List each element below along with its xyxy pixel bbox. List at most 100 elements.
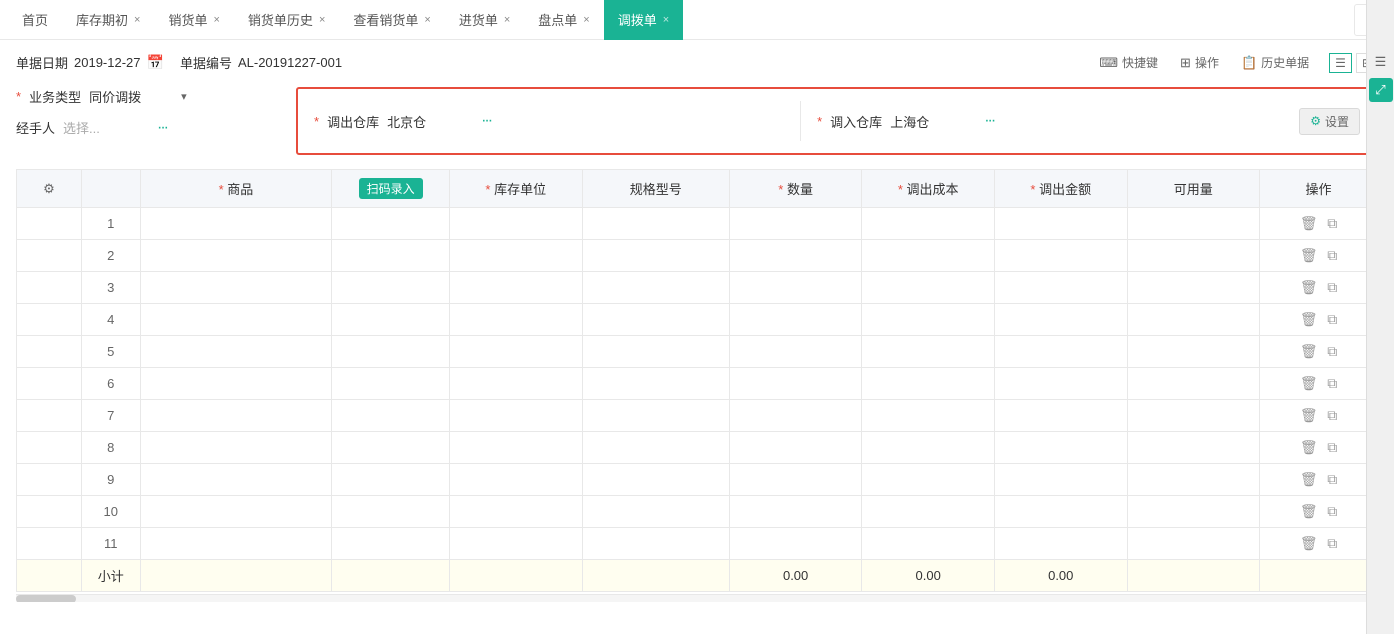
- operations-button[interactable]: ⊞ 操作: [1174, 52, 1225, 73]
- row-cost-3[interactable]: [862, 272, 995, 304]
- row-qty-9[interactable]: [729, 464, 862, 496]
- close-tab-sales-history[interactable]: ×: [319, 14, 325, 26]
- row-product-10[interactable]: [140, 496, 331, 528]
- row-unit-6[interactable]: [450, 368, 583, 400]
- delete-row-icon-1[interactable]: 🗑: [1300, 215, 1318, 231]
- row-cost-5[interactable]: [862, 336, 995, 368]
- row-cost-9[interactable]: [862, 464, 995, 496]
- row-cost-7[interactable]: [862, 400, 995, 432]
- row-product-2[interactable]: [140, 240, 331, 272]
- tab-inventory-count[interactable]: 盘点单 ×: [524, 0, 603, 40]
- row-unit-8[interactable]: [450, 432, 583, 464]
- target-warehouse-value[interactable]: 上海仓: [890, 112, 970, 131]
- row-cost-10[interactable]: [862, 496, 995, 528]
- row-spec-4[interactable]: [582, 304, 729, 336]
- row-product-9[interactable]: [140, 464, 331, 496]
- copy-row-icon-7[interactable]: ⧉: [1327, 407, 1337, 423]
- row-spec-6[interactable]: [582, 368, 729, 400]
- row-unit-10[interactable]: [450, 496, 583, 528]
- copy-row-icon-9[interactable]: ⧉: [1327, 471, 1337, 487]
- delete-row-icon-6[interactable]: 🗑: [1300, 375, 1318, 391]
- row-unit-11[interactable]: [450, 528, 583, 560]
- row-amount-4[interactable]: [994, 304, 1127, 336]
- close-tab-purchase-order[interactable]: ×: [504, 14, 510, 26]
- delete-row-icon-5[interactable]: 🗑: [1300, 343, 1318, 359]
- copy-row-icon-3[interactable]: ⧉: [1327, 279, 1337, 295]
- row-unit-1[interactable]: [450, 208, 583, 240]
- source-warehouse-value[interactable]: 北京仓: [387, 112, 467, 131]
- delete-row-icon-11[interactable]: 🗑: [1300, 535, 1318, 551]
- row-qty-2[interactable]: [729, 240, 862, 272]
- close-tab-inventory-count[interactable]: ×: [583, 14, 589, 26]
- tab-view-sales[interactable]: 查看销货单 ×: [339, 0, 444, 40]
- row-amount-5[interactable]: [994, 336, 1127, 368]
- copy-row-icon-2[interactable]: ⧉: [1327, 247, 1337, 263]
- row-amount-8[interactable]: [994, 432, 1127, 464]
- row-spec-5[interactable]: [582, 336, 729, 368]
- row-qty-6[interactable]: [729, 368, 862, 400]
- target-warehouse-more[interactable]: ···: [984, 112, 994, 130]
- row-spec-7[interactable]: [582, 400, 729, 432]
- row-qty-1[interactable]: [729, 208, 862, 240]
- row-cost-8[interactable]: [862, 432, 995, 464]
- close-tab-inventory-init[interactable]: ×: [134, 14, 140, 26]
- sidebar-expand-button[interactable]: ⤢: [1369, 78, 1393, 102]
- delete-row-icon-2[interactable]: 🗑: [1300, 247, 1318, 263]
- layout-list-button[interactable]: ☰: [1329, 53, 1352, 73]
- close-tab-sales-order[interactable]: ×: [213, 14, 219, 26]
- copy-row-icon-4[interactable]: ⧉: [1327, 311, 1337, 327]
- row-spec-3[interactable]: [582, 272, 729, 304]
- row-product-5[interactable]: [140, 336, 331, 368]
- row-product-4[interactable]: [140, 304, 331, 336]
- row-qty-5[interactable]: [729, 336, 862, 368]
- row-product-6[interactable]: [140, 368, 331, 400]
- row-product-1[interactable]: [140, 208, 331, 240]
- horizontal-scrollbar[interactable]: [16, 594, 1378, 602]
- row-amount-7[interactable]: [994, 400, 1127, 432]
- copy-row-icon-10[interactable]: ⧉: [1327, 503, 1337, 519]
- row-spec-10[interactable]: [582, 496, 729, 528]
- row-product-11[interactable]: [140, 528, 331, 560]
- handler-more-button[interactable]: ···: [157, 119, 167, 137]
- delete-row-icon-9[interactable]: 🗑: [1300, 471, 1318, 487]
- tab-sales-order[interactable]: 销货单 ×: [154, 0, 233, 40]
- row-cost-6[interactable]: [862, 368, 995, 400]
- scan-input-button[interactable]: 扫码录入: [359, 178, 423, 199]
- tab-sales-history[interactable]: 销货单历史 ×: [234, 0, 339, 40]
- row-amount-11[interactable]: [994, 528, 1127, 560]
- row-amount-3[interactable]: [994, 272, 1127, 304]
- close-tab-transfer-order[interactable]: ×: [663, 14, 669, 26]
- business-type-value[interactable]: 同价调拨: [89, 87, 169, 106]
- row-product-8[interactable]: [140, 432, 331, 464]
- row-spec-1[interactable]: [582, 208, 729, 240]
- row-qty-3[interactable]: [729, 272, 862, 304]
- source-warehouse-more[interactable]: ···: [481, 112, 491, 130]
- calendar-icon[interactable]: 📅: [147, 54, 164, 71]
- delete-row-icon-3[interactable]: 🗑: [1300, 279, 1318, 295]
- row-qty-4[interactable]: [729, 304, 862, 336]
- row-unit-4[interactable]: [450, 304, 583, 336]
- copy-row-icon-1[interactable]: ⧉: [1327, 215, 1337, 231]
- row-amount-9[interactable]: [994, 464, 1127, 496]
- copy-row-icon-11[interactable]: ⧉: [1327, 535, 1337, 551]
- row-cost-2[interactable]: [862, 240, 995, 272]
- shortcut-button[interactable]: ⌨ 快捷键: [1093, 52, 1164, 73]
- delete-row-icon-4[interactable]: 🗑: [1300, 311, 1318, 327]
- row-unit-3[interactable]: [450, 272, 583, 304]
- row-cost-1[interactable]: [862, 208, 995, 240]
- table-header-gear[interactable]: ⚙: [17, 170, 82, 208]
- row-cost-4[interactable]: [862, 304, 995, 336]
- copy-row-icon-5[interactable]: ⧉: [1327, 343, 1337, 359]
- sidebar-list-button[interactable]: ☰: [1369, 50, 1393, 74]
- tab-transfer-order[interactable]: 调拨单 ×: [604, 0, 683, 40]
- business-type-dropdown[interactable]: ▾: [181, 90, 187, 103]
- copy-row-icon-6[interactable]: ⧉: [1327, 375, 1337, 391]
- row-unit-2[interactable]: [450, 240, 583, 272]
- row-qty-10[interactable]: [729, 496, 862, 528]
- row-spec-8[interactable]: [582, 432, 729, 464]
- delete-row-icon-7[interactable]: 🗑: [1300, 407, 1318, 423]
- row-spec-11[interactable]: [582, 528, 729, 560]
- row-unit-9[interactable]: [450, 464, 583, 496]
- row-amount-1[interactable]: [994, 208, 1127, 240]
- row-cost-11[interactable]: [862, 528, 995, 560]
